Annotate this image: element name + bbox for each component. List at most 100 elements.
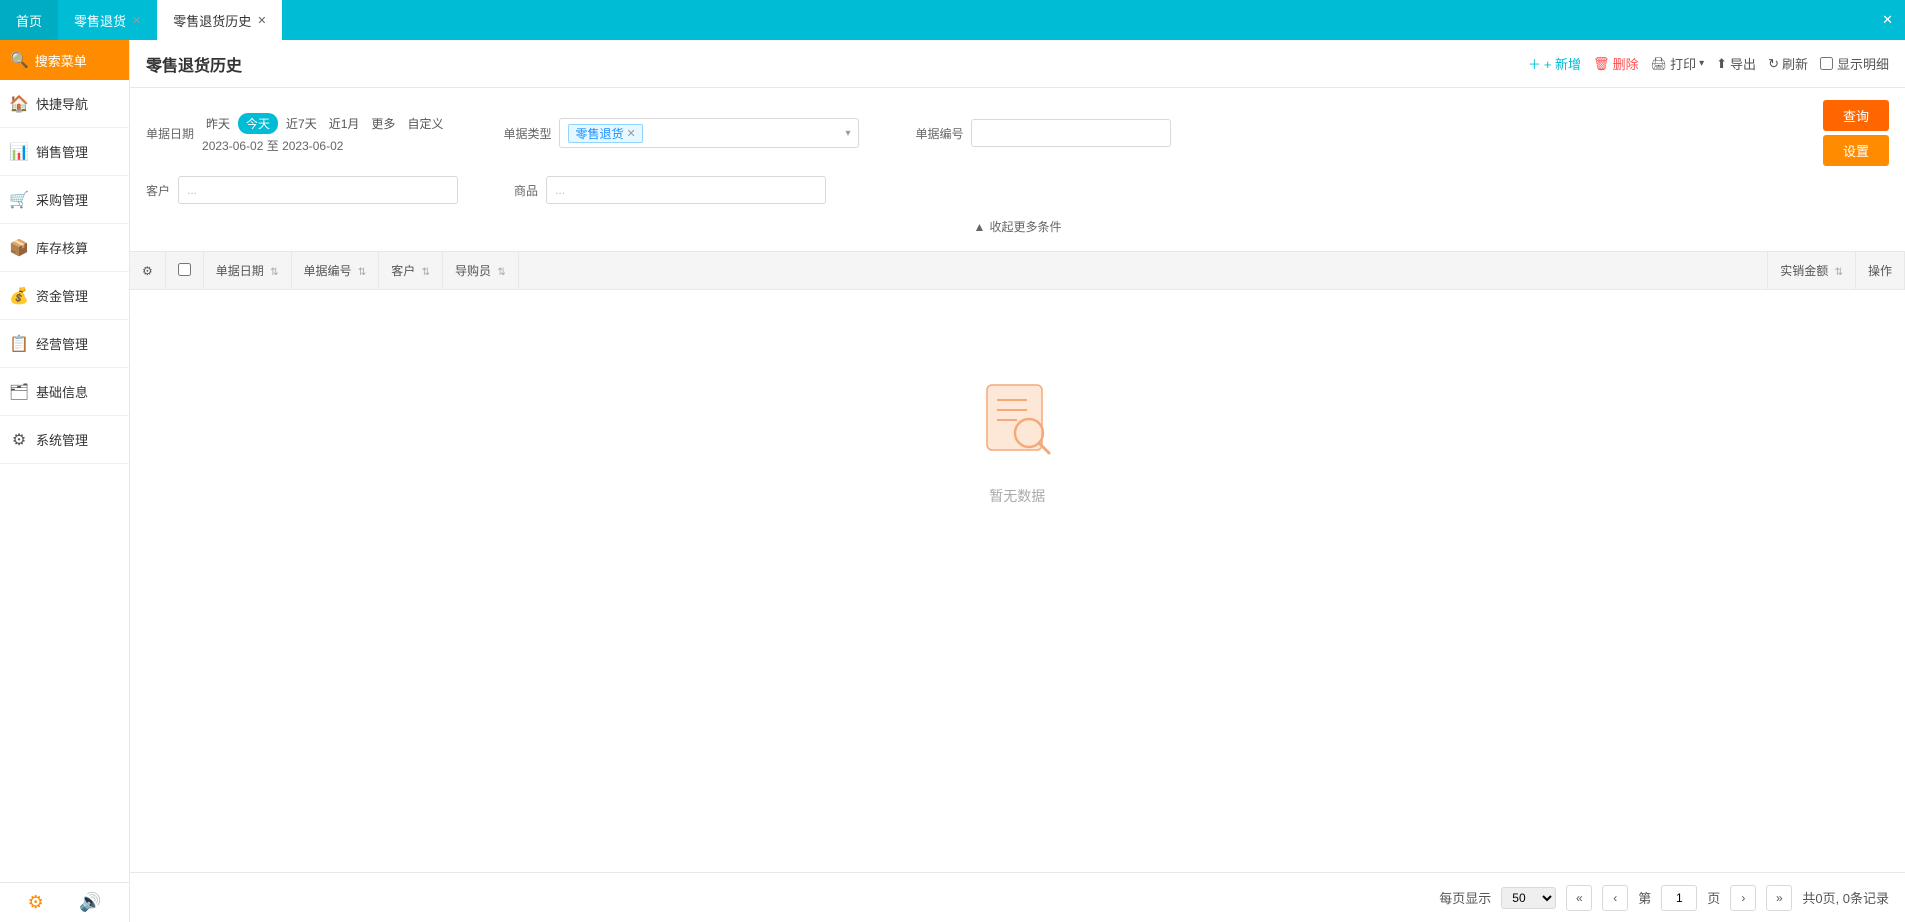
goods-input[interactable]: ... — [546, 176, 826, 204]
customer-filter-label: 客户 — [146, 182, 170, 199]
docnum-input[interactable] — [971, 119, 1171, 147]
tab-retail-return-history[interactable]: 零售退货历史 ✕ — [157, 0, 282, 40]
page-header: 零售退货历史 ＋ + 新增 🗑 删除 🖨 打印 ▾ ⬆ 导出 — [130, 40, 1905, 88]
sidebar-item-quick-nav[interactable]: 🏠 快捷导航 — [0, 80, 129, 128]
th-guide-sort-icon: ⇅ — [497, 267, 505, 278]
filter-area: 单据日期 昨天 今天 近7天 近1月 更多 自定义 2023-06-02 至 2… — [130, 88, 1905, 252]
th-settings[interactable]: ⚙ — [130, 252, 165, 290]
refresh-button[interactable]: ↻ 刷新 — [1768, 54, 1808, 73]
sidebar-item-system[interactable]: ⚙ 系统管理 — [0, 416, 129, 464]
table-settings-icon[interactable]: ⚙ — [142, 264, 153, 278]
type-tag-close[interactable]: ✕ — [626, 127, 635, 140]
th-doc-number[interactable]: 单据编号 ⇅ — [291, 252, 379, 290]
print-label: 打印 — [1670, 54, 1696, 73]
sidebar-search[interactable]: 🔍 搜索菜单 — [0, 40, 129, 80]
empty-icon — [967, 370, 1067, 470]
inventory-icon: 📦 — [10, 239, 28, 257]
collapse-arrow-icon: ▲ — [974, 220, 986, 234]
date-btn-today[interactable]: 今天 — [238, 113, 278, 134]
page-size-label: 每页显示 — [1439, 888, 1491, 907]
th-action: 操作 — [1855, 252, 1904, 290]
sidebar-item-purchase-mgmt[interactable]: 🛒 采购管理 — [0, 176, 129, 224]
volume-icon[interactable]: 🔊 — [79, 892, 101, 913]
th-spacer — [518, 252, 1767, 290]
sidebar-item-finance[interactable]: 💰 资金管理 — [0, 272, 129, 320]
query-button[interactable]: 查询 — [1823, 100, 1889, 131]
page-unit: 页 — [1707, 888, 1720, 907]
tab-retail-return-label: 零售退货 — [74, 11, 126, 30]
sidebar: 🔍 搜索菜单 🏠 快捷导航 📊 销售管理 🛒 采购管理 📦 库存核算 💰 — [0, 40, 130, 922]
th-doc-date[interactable]: 单据日期 ⇅ — [203, 252, 291, 290]
sidebar-item-finance-label: 资金管理 — [36, 286, 88, 305]
tab-retail-return[interactable]: 零售退货 ✕ — [58, 0, 157, 40]
tab-retail-return-history-label: 零售退货历史 — [173, 11, 251, 30]
th-amount-sort-icon: ⇅ — [1835, 267, 1843, 278]
toolbar-buttons: ＋ + 新增 🗑 删除 🖨 打印 ▾ ⬆ 导出 ↻ — [1528, 54, 1889, 73]
window-close-btn[interactable]: ✕ — [1882, 12, 1905, 28]
delete-button[interactable]: 🗑 删除 — [1593, 54, 1639, 73]
th-guide[interactable]: 导购员 ⇅ — [443, 252, 519, 290]
page-size-select[interactable]: 10 20 50 100 — [1501, 887, 1556, 909]
basic-info-icon: 🗂 — [10, 383, 28, 401]
page-number-input[interactable] — [1661, 885, 1697, 911]
show-detail-checkbox[interactable]: 显示明细 — [1820, 54, 1889, 73]
type-tag: 零售退货 ✕ — [568, 124, 642, 143]
sidebar-item-inventory[interactable]: 📦 库存核算 — [0, 224, 129, 272]
search-icon: 🔍 — [10, 51, 29, 69]
last-page-btn[interactable]: » — [1766, 885, 1792, 911]
next-page-btn[interactable]: › — [1730, 885, 1756, 911]
filter-row-1: 单据日期 昨天 今天 近7天 近1月 更多 自定义 2023-06-02 至 2… — [146, 100, 1889, 166]
page-text: 第 — [1638, 888, 1651, 907]
setting-button[interactable]: 设置 — [1823, 135, 1889, 166]
date-range-display: 2023-06-02 至 2023-06-02 — [202, 137, 447, 154]
sidebar-item-basic-info-label: 基础信息 — [36, 382, 88, 401]
tab-home[interactable]: 首页 — [0, 0, 58, 40]
th-amount[interactable]: 实销金额 ⇅ — [1768, 252, 1856, 290]
system-icon: ⚙ — [10, 431, 28, 449]
settings-bottom-icon[interactable]: ⚙ — [28, 892, 44, 913]
first-page-btn[interactable]: « — [1566, 885, 1592, 911]
purchase-icon: 🛒 — [10, 191, 28, 209]
tab-retail-return-close[interactable]: ✕ — [132, 14, 141, 27]
sidebar-nav: 🏠 快捷导航 📊 销售管理 🛒 采购管理 📦 库存核算 💰 资金管理 📋 — [0, 80, 129, 882]
collapse-label: 收起更多条件 — [989, 218, 1061, 235]
date-btn-1month[interactable]: 近1月 — [325, 113, 364, 134]
th-doc-number-sort-icon: ⇅ — [358, 267, 366, 278]
show-detail-input[interactable] — [1820, 57, 1833, 70]
sidebar-item-basic-info[interactable]: 🗂 基础信息 — [0, 368, 129, 416]
date-btn-yesterday[interactable]: 昨天 — [202, 113, 234, 134]
new-button[interactable]: ＋ + 新增 — [1528, 54, 1581, 73]
docnum-filter-label: 单据编号 — [915, 125, 963, 142]
th-customer-label: 客户 — [391, 264, 415, 278]
sidebar-item-operation[interactable]: 📋 经营管理 — [0, 320, 129, 368]
th-action-label: 操作 — [1868, 264, 1892, 278]
customer-input[interactable]: ... — [178, 176, 458, 204]
action-btns-right: 查询 设置 — [1823, 100, 1889, 166]
refresh-icon: ↻ — [1768, 56, 1779, 72]
export-button[interactable]: ⬆ 导出 — [1716, 54, 1756, 73]
main-layout: 🔍 搜索菜单 🏠 快捷导航 📊 销售管理 🛒 采购管理 📦 库存核算 💰 — [0, 40, 1905, 922]
tab-retail-return-history-close[interactable]: ✕ — [257, 14, 266, 27]
sidebar-item-sales-mgmt[interactable]: 📊 销售管理 — [0, 128, 129, 176]
th-doc-number-label: 单据编号 — [304, 264, 352, 278]
type-select[interactable]: 零售退货 ✕ ▾ — [559, 118, 859, 148]
date-btn-7days[interactable]: 近7天 — [282, 113, 321, 134]
th-checkbox — [165, 252, 203, 290]
sidebar-item-system-label: 系统管理 — [36, 430, 88, 449]
print-button[interactable]: 🖨 打印 ▾ — [1651, 54, 1705, 73]
pagination-bar: 每页显示 10 20 50 100 « ‹ 第 页 › » 共0页, 0条记录 — [130, 872, 1905, 922]
content-area: 零售退货历史 ＋ + 新增 🗑 删除 🖨 打印 ▾ ⬆ 导出 — [130, 40, 1905, 922]
prev-page-btn[interactable]: ‹ — [1602, 885, 1628, 911]
sidebar-item-operation-label: 经营管理 — [36, 334, 88, 353]
date-btn-custom[interactable]: 自定义 — [403, 113, 447, 134]
th-customer[interactable]: 客户 ⇅ — [379, 252, 443, 290]
date-btn-more[interactable]: 更多 — [367, 113, 399, 134]
print-icon: 🖨 — [1651, 56, 1668, 72]
table-header: ⚙ 单据日期 ⇅ 单据编号 ⇅ — [130, 252, 1905, 290]
collapse-btn[interactable]: ▲ 收起更多条件 — [958, 214, 1078, 239]
table-body: 暂无数据 — [130, 290, 1905, 587]
sales-icon: 📊 — [10, 143, 28, 161]
select-all-checkbox[interactable] — [178, 263, 191, 276]
date-filter-label: 单据日期 — [146, 125, 194, 142]
sidebar-item-sales-mgmt-label: 销售管理 — [36, 142, 88, 161]
